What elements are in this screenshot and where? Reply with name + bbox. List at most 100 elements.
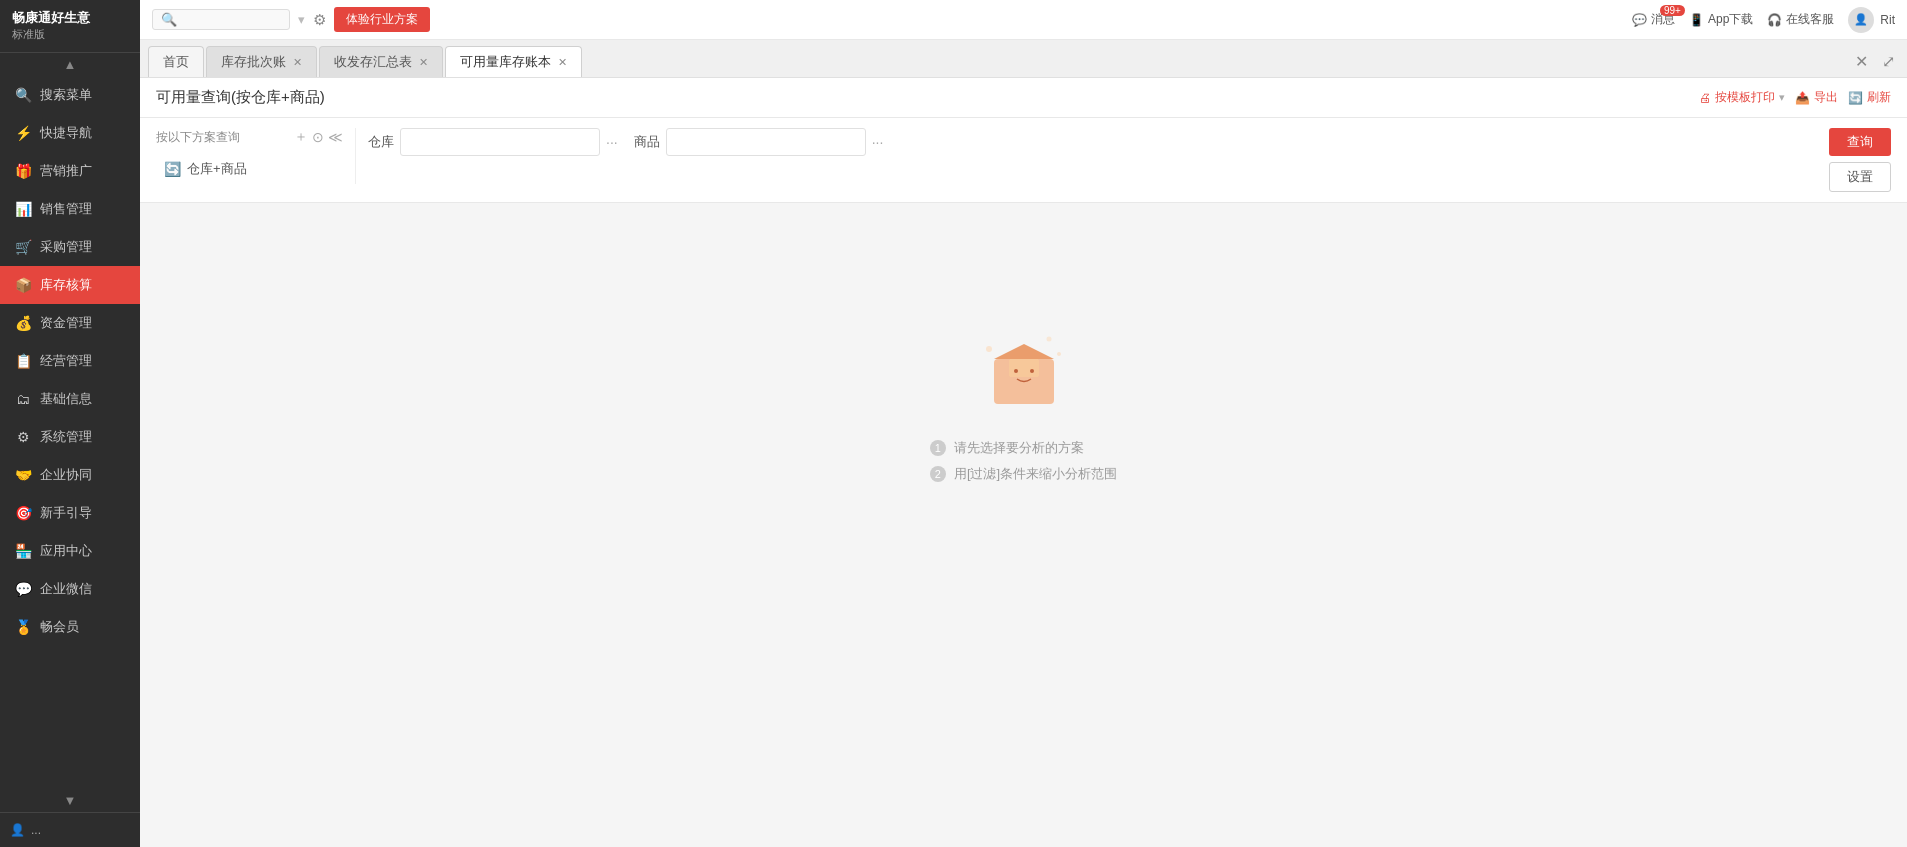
message-icon: 💬 — [1632, 13, 1647, 27]
dropdown-icon[interactable]: ▾ — [298, 12, 305, 27]
print-dropdown-icon[interactable]: ▾ — [1779, 91, 1785, 104]
refresh-icon: 🔄 — [1848, 91, 1863, 105]
message-button[interactable]: 💬 消息 99+ — [1632, 11, 1675, 28]
export-icon: 📤 — [1795, 91, 1810, 105]
search-input[interactable] — [181, 13, 281, 27]
message-badge: 99+ — [1660, 5, 1685, 16]
empty-illustration — [974, 319, 1074, 419]
service-button[interactable]: 🎧 在线客服 — [1767, 11, 1834, 28]
sidebar-item-appstore[interactable]: 🏪 应用中心 — [0, 532, 140, 570]
sidebar-item-finance[interactable]: 💰 资金管理 — [0, 304, 140, 342]
scheme-collapse-btn[interactable]: ≪ — [328, 128, 343, 146]
tab-batch-close[interactable]: ✕ — [293, 56, 302, 69]
purchase-icon: 🛒 — [14, 238, 32, 256]
tab-close-btn[interactable]: ✕ — [1851, 50, 1872, 73]
warehouse-more-btn[interactable]: ··· — [606, 134, 618, 150]
tabs-bar: 首页 库存批次账 ✕ 收发存汇总表 ✕ 可用量库存账本 ✕ ✕ ⤢ — [140, 40, 1907, 78]
refresh-button[interactable]: 🔄 刷新 — [1848, 89, 1891, 106]
warehouse-input[interactable] — [400, 128, 600, 156]
tip-item-1: 1 请先选择要分析的方案 — [930, 435, 1117, 461]
tip-item-2: 2 用[过滤]条件来缩小分析范围 — [930, 461, 1117, 487]
tab-collect-label: 收发存汇总表 — [334, 53, 412, 71]
phone-icon: 📱 — [1689, 13, 1704, 27]
gear-icon[interactable]: ⚙ — [313, 11, 326, 29]
scheme-actions: ＋ ⊙ ≪ — [294, 128, 343, 146]
tab-batch-ledger[interactable]: 库存批次账 ✕ — [206, 46, 317, 77]
brand-tag: 标准版 — [12, 27, 128, 42]
sidebar-item-nav[interactable]: ⚡ 快捷导航 — [0, 114, 140, 152]
print-icon: 🖨 — [1699, 91, 1711, 105]
sidebar-item-purchase[interactable]: 🛒 采购管理 — [0, 228, 140, 266]
tab-home[interactable]: 首页 — [148, 46, 204, 77]
scheme-settings-btn[interactable]: ⊙ — [312, 128, 324, 146]
tab-batch-label: 库存批次账 — [221, 53, 286, 71]
svg-point-6 — [1057, 352, 1061, 356]
inventory-icon: 📦 — [14, 276, 32, 294]
marketing-icon: 🎁 — [14, 162, 32, 180]
sidebar-item-wechat[interactable]: 💬 企业微信 — [0, 570, 140, 608]
sidebar-scroll-down[interactable]: ▼ — [0, 789, 140, 812]
sidebar-item-guide[interactable]: 🎯 新手引导 — [0, 494, 140, 532]
svg-point-7 — [1046, 337, 1051, 342]
guide-icon: 🎯 — [14, 504, 32, 522]
app-download-button[interactable]: 📱 App下载 — [1689, 11, 1753, 28]
tab-restore-btn[interactable]: ⤢ — [1878, 50, 1899, 73]
export-button[interactable]: 📤 导出 — [1795, 89, 1838, 106]
user-area[interactable]: 👤 Rit — [1848, 7, 1895, 33]
sidebar-item-inventory[interactable]: 📦 库存核算 — [0, 266, 140, 304]
tip-text-2: 用[过滤]条件来缩小分析范围 — [954, 461, 1117, 487]
brand-area: 畅康通好生意 标准版 — [0, 0, 140, 53]
trial-button[interactable]: 体验行业方案 — [334, 7, 430, 32]
sidebar-item-operation[interactable]: 📋 经营管理 — [0, 342, 140, 380]
avatar: 👤 — [1848, 7, 1874, 33]
collab-icon: 🤝 — [14, 466, 32, 484]
system-icon: ⚙ — [14, 428, 32, 446]
operation-icon: 📋 — [14, 352, 32, 370]
product-more-btn[interactable]: ··· — [872, 134, 884, 150]
tab-collect-summary[interactable]: 收发存汇总表 ✕ — [319, 46, 443, 77]
product-field: 商品 ··· — [634, 128, 884, 156]
sidebar-item-collab[interactable]: 🤝 企业协同 — [0, 456, 140, 494]
settings-button[interactable]: 设置 — [1829, 162, 1891, 192]
svg-point-5 — [986, 346, 992, 352]
sidebar-item-basic[interactable]: 🗂 基础信息 — [0, 380, 140, 418]
product-input[interactable] — [666, 128, 866, 156]
finance-icon: 💰 — [14, 314, 32, 332]
tab-collect-close[interactable]: ✕ — [419, 56, 428, 69]
sidebar-item-search[interactable]: 🔍 搜索菜单 — [0, 76, 140, 114]
scheme-header: 按以下方案查询 ＋ ⊙ ≪ — [156, 128, 343, 146]
search-icon: 🔍 — [14, 86, 32, 104]
sidebar-item-system[interactable]: ⚙ 系统管理 — [0, 418, 140, 456]
sidebar-scroll-up[interactable]: ▲ — [0, 53, 140, 76]
page-title: 可用量查询(按仓库+商品) — [156, 88, 325, 107]
page-content: 可用量查询(按仓库+商品) 🖨 按模板打印 ▾ 📤 导出 🔄 刷新 — [140, 78, 1907, 847]
tabs-actions: ✕ ⤢ — [1851, 50, 1899, 77]
print-button[interactable]: 🖨 按模板打印 ▾ — [1699, 89, 1785, 106]
basic-icon: 🗂 — [14, 390, 32, 408]
search-icon-top: 🔍 — [161, 12, 177, 27]
tip-text-1: 请先选择要分析的方案 — [954, 435, 1084, 461]
sidebar-item-marketing[interactable]: 🎁 营销推广 — [0, 152, 140, 190]
sidebar-item-member[interactable]: 🏅 畅会员 — [0, 608, 140, 646]
svg-rect-2 — [1009, 359, 1039, 377]
topbar-right: 💬 消息 99+ 📱 App下载 🎧 在线客服 👤 Rit — [1632, 7, 1895, 33]
scheme-item-warehouse[interactable]: 🔄 仓库+商品 — [156, 154, 343, 184]
sidebar: 畅康通好生意 标准版 ▲ 🔍 搜索菜单 ⚡ 快捷导航 🎁 营销推广 📊 销售管理… — [0, 0, 140, 847]
brand-name: 畅康通好生意 — [12, 10, 128, 27]
query-btn-group: 查询 设置 — [1829, 128, 1891, 192]
sidebar-item-sales[interactable]: 📊 销售管理 — [0, 190, 140, 228]
scheme-add-btn[interactable]: ＋ — [294, 128, 308, 146]
headset-icon: 🎧 — [1767, 13, 1782, 27]
warehouse-label: 仓库 — [368, 133, 394, 151]
topbar: 🔍 ▾ ⚙ 体验行业方案 💬 消息 99+ 📱 App下载 🎧 在线客服 👤 R… — [140, 0, 1907, 40]
scheme-item-icon: 🔄 — [164, 161, 181, 177]
tab-home-label: 首页 — [163, 53, 189, 71]
scheme-panel: 按以下方案查询 ＋ ⊙ ≪ 🔄 仓库+商品 — [156, 128, 356, 184]
query-button[interactable]: 查询 — [1829, 128, 1891, 156]
search-box[interactable]: 🔍 — [152, 9, 290, 30]
tab-available-ledger[interactable]: 可用量库存账本 ✕ — [445, 46, 582, 77]
tab-available-close[interactable]: ✕ — [558, 56, 567, 69]
scheme-title: 按以下方案查询 — [156, 129, 240, 146]
product-label: 商品 — [634, 133, 660, 151]
sidebar-bottom[interactable]: 👤 ... — [0, 812, 140, 847]
